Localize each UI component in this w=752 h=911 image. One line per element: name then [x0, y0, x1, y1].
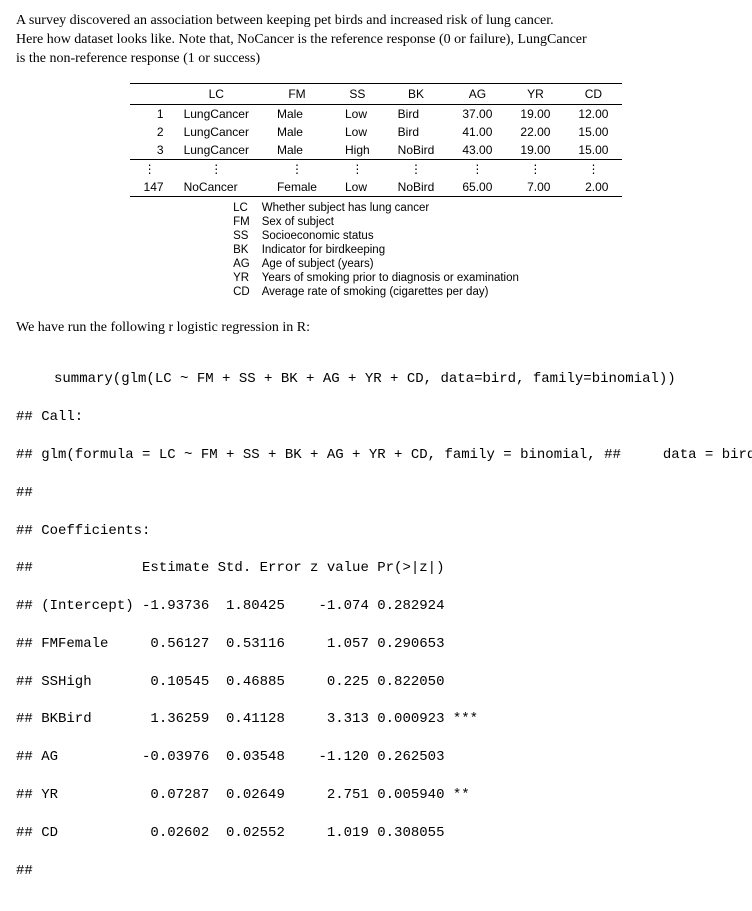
cell-cd: 15.00 [564, 123, 622, 141]
dataset-header-row: LC FM SS BK AG YR CD [130, 83, 623, 104]
r-output: summary(glm(LC ~ FM + SS + BK + AG + YR … [16, 352, 736, 900]
cell-ag: 37.00 [448, 104, 506, 123]
cell-yr: 19.00 [506, 141, 564, 160]
code-line: ## YR 0.07287 0.02649 2.751 0.005940 ** [16, 786, 736, 805]
cell-lc: LungCancer [170, 123, 263, 141]
dots-cell: ⋮ [331, 159, 384, 178]
legend-desc: Indicator for birdkeeping [256, 243, 525, 257]
legend-table: LCWhether subject has lung cancer FMSex … [227, 201, 525, 299]
col-idx [130, 83, 170, 104]
dots-cell: ⋮ [506, 159, 564, 178]
cell-idx: 1 [130, 104, 170, 123]
cell-ag: 41.00 [448, 123, 506, 141]
dots-cell: ⋮ [170, 159, 263, 178]
cell-cd: 12.00 [564, 104, 622, 123]
code-line: ## (Intercept) -1.93736 1.80425 -1.074 0… [16, 597, 736, 616]
cell-bk: Bird [384, 123, 449, 141]
code-line: ## SSHigh 0.10545 0.46885 0.225 0.822050 [16, 673, 736, 692]
intro-line1: A survey discovered an association betwe… [16, 13, 554, 28]
code-line: ## CD 0.02602 0.02552 1.019 0.308055 [16, 824, 736, 843]
legend-row: CDAverage rate of smoking (cigarettes pe… [227, 285, 525, 299]
legend-row: SSSocioeconomic status [227, 229, 525, 243]
cell-yr: 19.00 [506, 104, 564, 123]
table-row: 147 NoCancer Female Low NoBird 65.00 7.0… [130, 178, 623, 197]
cell-bk: NoBird [384, 141, 449, 160]
legend-row: AGAge of subject (years) [227, 257, 525, 271]
dots-cell: ⋮ [384, 159, 449, 178]
cell-lc: LungCancer [170, 104, 263, 123]
legend-desc: Whether subject has lung cancer [256, 201, 525, 215]
legend-row: BKIndicator for birdkeeping [227, 243, 525, 257]
col-ag: AG [448, 83, 506, 104]
code-line: ## FMFemale 0.56127 0.53116 1.057 0.2906… [16, 635, 736, 654]
intro-line2: Here how dataset looks like. Note that, … [16, 32, 587, 47]
cell-ss: Low [331, 104, 384, 123]
cell-idx: 147 [130, 178, 170, 197]
summary-call: summary(glm(LC ~ FM + SS + BK + AG + YR … [54, 370, 736, 389]
cell-yr: 22.00 [506, 123, 564, 141]
cell-ss: Low [331, 178, 384, 197]
cell-idx: 3 [130, 141, 170, 160]
code-line: ## AG -0.03976 0.03548 -1.120 0.262503 [16, 748, 736, 767]
table-ellipsis-row: ⋮ ⋮ ⋮ ⋮ ⋮ ⋮ ⋮ ⋮ [130, 159, 623, 178]
legend-desc: Socioeconomic status [256, 229, 525, 243]
col-fm: FM [263, 83, 331, 104]
col-cd: CD [564, 83, 622, 104]
legend-desc: Years of smoking prior to diagnosis or e… [256, 271, 525, 285]
legend-abbr: FM [227, 215, 256, 229]
dots-cell: ⋮ [263, 159, 331, 178]
code-line: ## glm(formula = LC ~ FM + SS + BK + AG … [16, 446, 736, 465]
legend-row: FMSex of subject [227, 215, 525, 229]
cell-fm: Male [263, 141, 331, 160]
cell-fm: Female [263, 178, 331, 197]
cell-lc: NoCancer [170, 178, 263, 197]
cell-bk: NoBird [384, 178, 449, 197]
legend-desc: Age of subject (years) [256, 257, 525, 271]
intro2: We have run the following r logistic reg… [16, 319, 736, 338]
table-row: 1 LungCancer Male Low Bird 37.00 19.00 1… [130, 104, 623, 123]
table-row: 2 LungCancer Male Low Bird 41.00 22.00 1… [130, 123, 623, 141]
cell-bk: Bird [384, 104, 449, 123]
cell-lc: LungCancer [170, 141, 263, 160]
code-line: ## BKBird 1.36259 0.41128 3.313 0.000923… [16, 710, 736, 729]
cell-ag: 65.00 [448, 178, 506, 197]
legend-abbr: YR [227, 271, 256, 285]
legend-abbr: BK [227, 243, 256, 257]
dataset-table: LC FM SS BK AG YR CD 1 LungCancer Male L… [130, 83, 623, 197]
legend-desc: Sex of subject [256, 215, 525, 229]
code-line: ## [16, 862, 736, 881]
cell-idx: 2 [130, 123, 170, 141]
cell-cd: 2.00 [564, 178, 622, 197]
cell-fm: Male [263, 123, 331, 141]
legend-abbr: LC [227, 201, 256, 215]
col-lc: LC [170, 83, 263, 104]
col-bk: BK [384, 83, 449, 104]
cell-ss: High [331, 141, 384, 160]
legend-row: LCWhether subject has lung cancer [227, 201, 525, 215]
cell-ss: Low [331, 123, 384, 141]
intro-line3: is the non-reference response (1 or succ… [16, 51, 260, 66]
intro-paragraph: A survey discovered an association betwe… [16, 12, 736, 69]
legend-abbr: CD [227, 285, 256, 299]
dots-cell: ⋮ [448, 159, 506, 178]
code-line: ## [16, 484, 736, 503]
cell-fm: Male [263, 104, 331, 123]
cell-ag: 43.00 [448, 141, 506, 160]
table-row: 3 LungCancer Male High NoBird 43.00 19.0… [130, 141, 623, 160]
code-line: ## Call: [16, 408, 736, 427]
legend-abbr: SS [227, 229, 256, 243]
legend-abbr: AG [227, 257, 256, 271]
code-line: ## Estimate Std. Error z value Pr(>|z|) [16, 559, 736, 578]
dots-cell: ⋮ [130, 159, 170, 178]
col-yr: YR [506, 83, 564, 104]
col-ss: SS [331, 83, 384, 104]
code-line: ## Coefficients: [16, 522, 736, 541]
dots-cell: ⋮ [564, 159, 622, 178]
cell-cd: 15.00 [564, 141, 622, 160]
legend-desc: Average rate of smoking (cigarettes per … [256, 285, 525, 299]
cell-yr: 7.00 [506, 178, 564, 197]
legend-row: YRYears of smoking prior to diagnosis or… [227, 271, 525, 285]
